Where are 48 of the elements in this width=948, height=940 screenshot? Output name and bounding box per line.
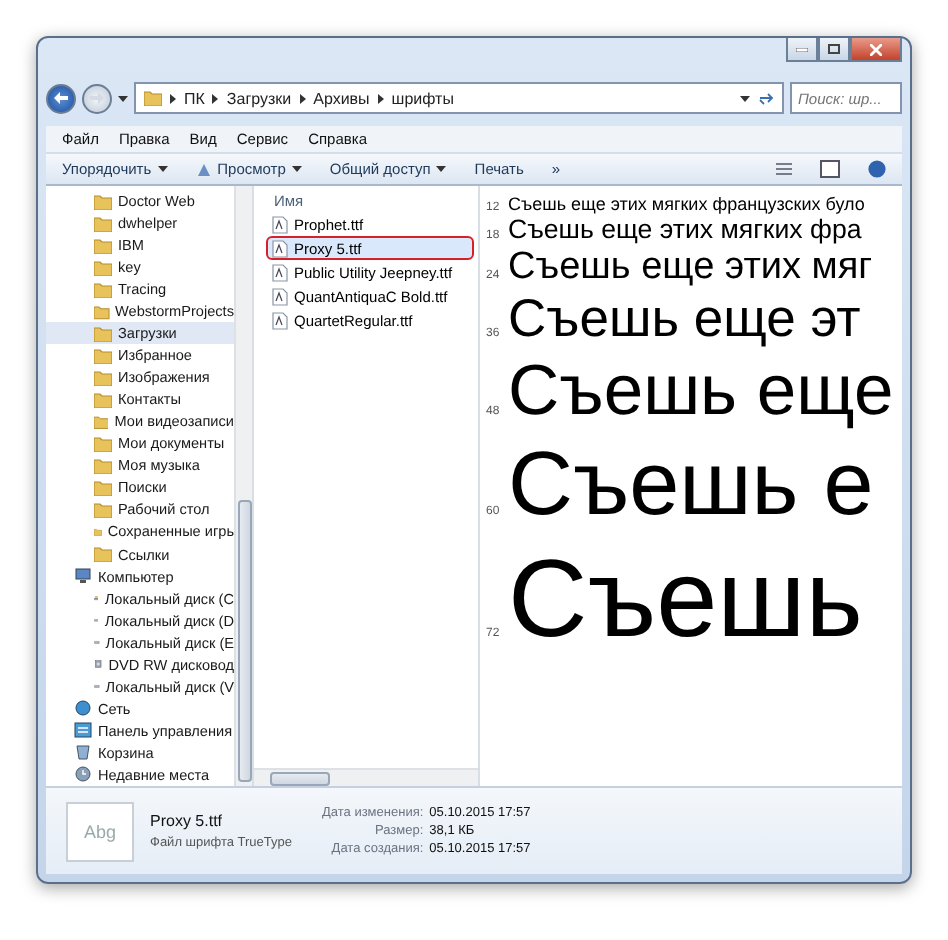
sample-text: Съешь еще этих мягких фра xyxy=(508,214,862,246)
computer-icon xyxy=(74,568,92,585)
sample-text: Съешь еще этих мяг xyxy=(508,245,873,289)
vertical-scrollbar[interactable] xyxy=(234,186,252,786)
file-name: Proxy 5.ttf xyxy=(150,812,225,830)
pane-icon[interactable] xyxy=(820,160,840,178)
sample-text: Съешь еще xyxy=(508,349,894,432)
sample-text: Съешь еще эт xyxy=(508,288,861,350)
breadcrumb-item[interactable]: Архивы xyxy=(313,89,370,107)
close-button[interactable] xyxy=(850,38,902,62)
maximize-icon xyxy=(828,44,840,54)
horizontal-scrollbar[interactable] xyxy=(254,768,478,786)
caret-icon xyxy=(740,95,750,101)
maximize-button[interactable] xyxy=(818,38,850,62)
minimize-icon xyxy=(796,47,808,51)
chevron-icon xyxy=(170,93,176,103)
chevron-icon xyxy=(377,93,384,103)
close-icon xyxy=(870,43,882,55)
font-file-icon xyxy=(272,239,288,257)
refresh-icon[interactable] xyxy=(758,91,774,105)
breadcrumb-item[interactable]: шрифты xyxy=(391,89,454,107)
font-file-icon xyxy=(272,215,288,233)
disc-drive-icon xyxy=(94,656,103,673)
sample-text: Съешь xyxy=(508,535,863,662)
preview-icon xyxy=(195,161,212,177)
chevron-icon xyxy=(212,93,219,103)
address-bar[interactable]: ПК Загрузки Архивы шрифты xyxy=(134,82,784,114)
font-file-icon xyxy=(272,311,288,329)
arrow-left-icon xyxy=(54,92,68,104)
chevron-icon xyxy=(299,93,306,103)
help-icon[interactable] xyxy=(868,160,886,178)
view-options-icon[interactable] xyxy=(776,162,792,176)
font-file-icon xyxy=(272,263,288,281)
breadcrumb-item[interactable]: Загрузки xyxy=(226,89,292,107)
recycle-bin-icon xyxy=(74,744,92,761)
folder-icon xyxy=(144,90,162,106)
font-thumbnail: Abg xyxy=(66,801,134,861)
forward-button[interactable] xyxy=(82,83,112,113)
sample-text: Съешь еще этих мягких французских було xyxy=(508,194,865,215)
font-file-icon xyxy=(272,287,288,305)
minimize-button[interactable] xyxy=(786,38,818,62)
breadcrumb-item[interactable]: ПК xyxy=(184,89,205,107)
arrow-right-icon xyxy=(90,92,104,104)
control-panel-icon xyxy=(74,722,92,739)
sample-text: Съешь е xyxy=(508,431,874,535)
caret-icon xyxy=(118,95,128,101)
network-icon xyxy=(74,700,92,717)
back-button[interactable] xyxy=(46,83,76,113)
